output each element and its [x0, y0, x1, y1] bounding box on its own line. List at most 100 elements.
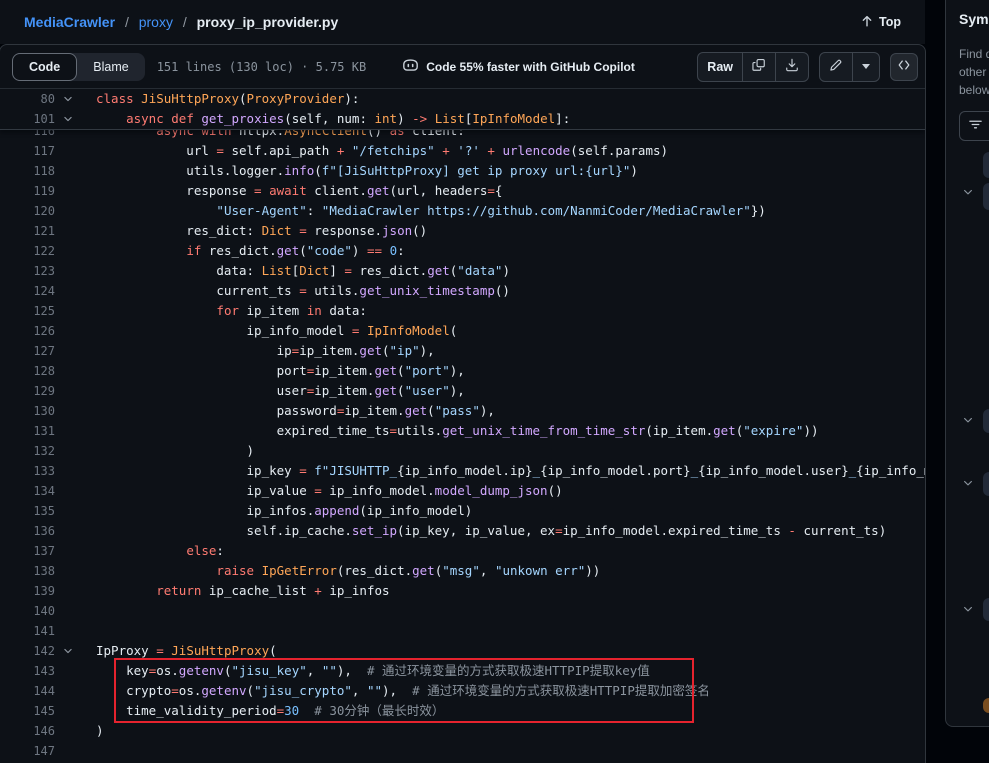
file-content-panel: Code Blame 151 lines (130 loc) · 5.75 KB… — [0, 44, 926, 763]
fold-gutter — [58, 321, 78, 341]
code-line: 147 — [0, 741, 925, 761]
line-number[interactable]: 143 — [0, 661, 55, 681]
line-number[interactable]: 118 — [0, 161, 55, 181]
line-number[interactable]: 101 — [0, 109, 55, 129]
tab-code[interactable]: Code — [12, 53, 77, 81]
fold-gutter — [58, 281, 78, 301]
line-number[interactable]: 135 — [0, 501, 55, 521]
code-text: response = await client.get(url, headers… — [96, 181, 925, 201]
fold-gutter — [58, 181, 78, 201]
code-text: current_ts = utils.get_unix_timestamp() — [96, 281, 925, 301]
line-number[interactable]: 130 — [0, 401, 55, 421]
line-number[interactable]: 136 — [0, 521, 55, 541]
download-button[interactable] — [775, 53, 808, 81]
breadcrumb-separator: / — [183, 14, 187, 30]
symbol-item[interactable] — [983, 598, 989, 621]
line-number[interactable]: 124 — [0, 281, 55, 301]
line-number[interactable]: 122 — [0, 241, 55, 261]
line-number[interactable]: 144 — [0, 681, 55, 701]
line-number[interactable]: 138 — [0, 561, 55, 581]
code-line: 119 response = await client.get(url, hea… — [0, 181, 925, 201]
line-number[interactable]: 117 — [0, 141, 55, 161]
line-number[interactable]: 146 — [0, 721, 55, 741]
fold-gutter — [58, 401, 78, 421]
fold-chevron-icon[interactable] — [58, 641, 78, 661]
breadcrumb-separator: / — [125, 14, 129, 30]
fold-gutter — [58, 221, 78, 241]
code-line: 122 if res_dict.get("code") == 0: — [0, 241, 925, 261]
fold-gutter — [58, 581, 78, 601]
sticky-scope-header: 80class JiSuHttpProxy(ProxyProvider):101… — [0, 89, 925, 130]
line-number[interactable]: 120 — [0, 201, 55, 221]
fold-gutter — [58, 441, 78, 461]
raw-button[interactable]: Raw — [698, 53, 742, 81]
fold-gutter — [58, 601, 78, 621]
back-to-top-label: Top — [879, 15, 901, 29]
chevron-down-icon[interactable] — [962, 185, 974, 203]
fold-gutter — [58, 141, 78, 161]
line-number[interactable]: 134 — [0, 481, 55, 501]
symbol-item[interactable] — [983, 183, 989, 210]
line-number[interactable]: 80 — [0, 89, 55, 109]
fold-gutter — [58, 621, 78, 641]
line-number[interactable]: 140 — [0, 601, 55, 621]
line-number[interactable]: 125 — [0, 301, 55, 321]
pencil-icon — [829, 58, 843, 75]
fold-gutter — [58, 421, 78, 441]
edit-button[interactable] — [820, 53, 852, 81]
code-area: 116 async with httpx.AsyncClient() as cl… — [0, 89, 925, 763]
code-text: async def get_proxies(self, num: int) ->… — [96, 109, 925, 129]
code-line: 144 crypto=os.getenv("jisu_crypto", ""),… — [0, 681, 925, 701]
chevron-down-icon[interactable] — [962, 413, 974, 431]
code-text: ) — [96, 721, 925, 741]
fold-gutter — [58, 301, 78, 321]
fold-gutter — [58, 361, 78, 381]
line-number[interactable]: 132 — [0, 441, 55, 461]
line-number[interactable]: 137 — [0, 541, 55, 561]
symbols-filter-button[interactable] — [959, 111, 989, 141]
line-number[interactable]: 145 — [0, 701, 55, 721]
code-text: self.ip_cache.set_ip(ip_key, ip_value, e… — [96, 521, 925, 541]
fold-chevron-icon[interactable] — [58, 109, 78, 129]
code-text: "User-Agent": "MediaCrawler https://gith… — [96, 201, 925, 221]
symbol-item[interactable] — [983, 472, 989, 496]
line-number[interactable]: 141 — [0, 621, 55, 641]
line-number[interactable]: 126 — [0, 321, 55, 341]
line-number[interactable]: 123 — [0, 261, 55, 281]
code-text: key=os.getenv("jisu_key", ""), # 通过环境变量的… — [96, 661, 925, 681]
chevron-down-icon[interactable] — [962, 476, 974, 494]
line-number[interactable]: 129 — [0, 381, 55, 401]
line-number[interactable]: 142 — [0, 641, 55, 661]
symbol-item[interactable] — [983, 409, 989, 433]
fold-chevron-icon[interactable] — [58, 89, 78, 109]
symbol-item[interactable] — [983, 152, 989, 178]
code-line: 135 ip_infos.append(ip_info_model) — [0, 501, 925, 521]
tab-blame[interactable]: Blame — [77, 53, 144, 81]
copy-button[interactable] — [742, 53, 775, 81]
code-brackets-icon — [897, 58, 911, 75]
code-text: class JiSuHttpProxy(ProxyProvider): — [96, 89, 925, 109]
code-line: 130 password=ip_item.get("pass"), — [0, 401, 925, 421]
back-to-top-button[interactable]: Top — [854, 8, 907, 36]
filter-icon — [968, 117, 983, 135]
line-number[interactable]: 121 — [0, 221, 55, 241]
line-number[interactable]: 139 — [0, 581, 55, 601]
fold-gutter — [58, 501, 78, 521]
breadcrumb-folder-link[interactable]: proxy — [139, 14, 173, 30]
code-text: for ip_item in data: — [96, 301, 925, 321]
line-number[interactable]: 147 — [0, 741, 55, 761]
breadcrumb-repo-link[interactable]: MediaCrawler — [24, 14, 115, 30]
edit-dropdown-button[interactable] — [852, 53, 879, 81]
symbol-item-highlighted[interactable] — [983, 698, 989, 713]
line-number[interactable]: 133 — [0, 461, 55, 481]
code-text: ) — [96, 441, 925, 461]
symbols-toggle-button[interactable] — [890, 53, 918, 81]
line-number[interactable]: 131 — [0, 421, 55, 441]
line-number[interactable]: 119 — [0, 181, 55, 201]
code-line: 101 async def get_proxies(self, num: int… — [0, 109, 925, 129]
line-number[interactable]: 128 — [0, 361, 55, 381]
fold-gutter — [58, 741, 78, 761]
chevron-down-icon[interactable] — [962, 602, 974, 620]
line-number[interactable]: 127 — [0, 341, 55, 361]
fold-gutter — [58, 561, 78, 581]
